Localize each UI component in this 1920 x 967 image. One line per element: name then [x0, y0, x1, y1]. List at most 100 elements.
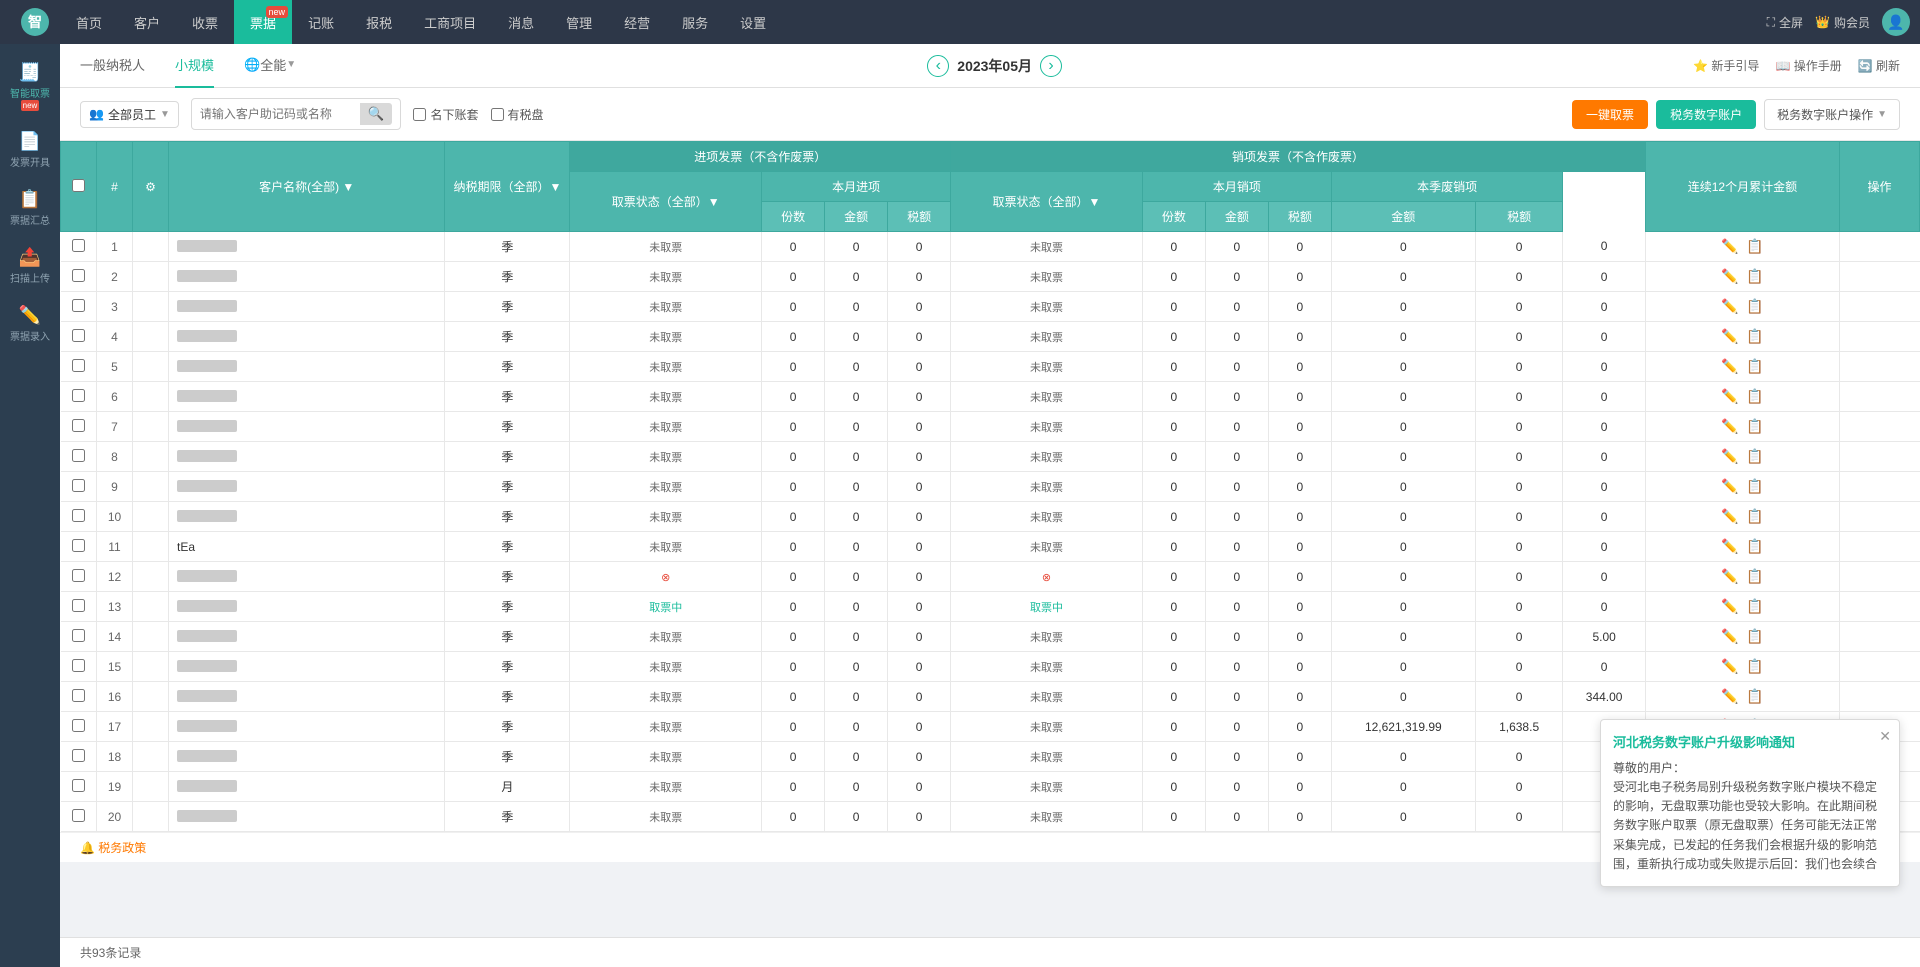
copy-icon[interactable]: 📋 — [1746, 418, 1763, 434]
cell-out-status[interactable]: 未取票 — [951, 682, 1143, 712]
copy-icon[interactable]: 📋 — [1746, 298, 1763, 314]
cell-out-status[interactable]: 未取票 — [951, 292, 1143, 322]
row-checkbox[interactable] — [72, 509, 85, 522]
sidebar-item-smart-fetch[interactable]: 🧾 智能取票 new — [0, 54, 60, 119]
cell-customer-name[interactable] — [169, 772, 445, 802]
copy-icon[interactable]: 📋 — [1746, 508, 1763, 524]
tax-account-ops-btn[interactable]: 税务数字账户操作 ▼ — [1764, 99, 1900, 130]
edit-icon[interactable]: ✏️ — [1721, 358, 1738, 374]
member-btn[interactable]: 👑 购会员 — [1815, 14, 1870, 31]
nav-service[interactable]: 服务 — [666, 0, 724, 44]
subledger-checkbox[interactable] — [413, 108, 426, 121]
th-tax-period[interactable]: 纳税期限（全部）▼ — [445, 142, 570, 232]
edit-icon[interactable]: ✏️ — [1721, 658, 1738, 674]
row-checkbox[interactable] — [72, 359, 85, 372]
sidebar-item-entry[interactable]: ✏️ 票据录入 — [0, 297, 60, 351]
edit-icon[interactable]: ✏️ — [1721, 418, 1738, 434]
cell-in-status[interactable]: 未取票 — [570, 622, 762, 652]
cell-out-status[interactable]: 未取票 — [951, 322, 1143, 352]
cell-out-status[interactable]: 未取票 — [951, 412, 1143, 442]
cell-in-status[interactable]: 未取票 — [570, 292, 762, 322]
row-checkbox[interactable] — [72, 569, 85, 582]
refresh-btn[interactable]: 🔄 刷新 — [1858, 57, 1900, 74]
cell-out-status[interactable]: 未取票 — [951, 262, 1143, 292]
nav-invoice[interactable]: 票据new — [234, 0, 292, 44]
cell-customer-name[interactable] — [169, 802, 445, 832]
cell-customer-name[interactable] — [169, 682, 445, 712]
cell-in-status[interactable]: 未取票 — [570, 682, 762, 712]
tab-all[interactable]: 🌐 全能 ▼ — [244, 44, 296, 88]
nav-home[interactable]: 首页 — [60, 0, 118, 44]
cell-customer-name[interactable] — [169, 742, 445, 772]
edit-icon[interactable]: ✏️ — [1721, 238, 1738, 254]
cell-customer-name[interactable] — [169, 562, 445, 592]
copy-icon[interactable]: 📋 — [1746, 628, 1763, 644]
cell-in-status[interactable]: 取票中 — [570, 592, 762, 622]
new-guide-btn[interactable]: ⭐ 新手引导 — [1693, 57, 1759, 74]
search-button[interactable]: 🔍 — [360, 103, 393, 125]
edit-icon[interactable]: ✏️ — [1721, 538, 1738, 554]
row-checkbox[interactable] — [72, 329, 85, 342]
cell-customer-name[interactable] — [169, 502, 445, 532]
cell-out-status[interactable]: 未取票 — [951, 532, 1143, 562]
user-avatar[interactable]: 👤 — [1882, 8, 1910, 36]
cell-customer-name[interactable] — [169, 622, 445, 652]
cell-out-status[interactable]: 未取票 — [951, 442, 1143, 472]
cell-customer-name[interactable] — [169, 712, 445, 742]
cell-in-status[interactable]: 未取票 — [570, 712, 762, 742]
row-checkbox[interactable] — [72, 659, 85, 672]
edit-icon[interactable]: ✏️ — [1721, 478, 1738, 494]
cell-out-status[interactable]: 未取票 — [951, 382, 1143, 412]
th-in-status[interactable]: 取票状态（全部）▼ — [570, 172, 762, 232]
nav-message[interactable]: 消息 — [492, 0, 550, 44]
cell-in-status[interactable]: 未取票 — [570, 412, 762, 442]
row-checkbox[interactable] — [72, 689, 85, 702]
cell-customer-name[interactable] — [169, 652, 445, 682]
cell-customer-name[interactable]: tEa — [169, 532, 445, 562]
row-checkbox[interactable] — [72, 299, 85, 312]
cell-out-status[interactable]: 未取票 — [951, 772, 1143, 802]
nav-accounting[interactable]: 记账 — [292, 0, 350, 44]
nav-manage[interactable]: 管理 — [550, 0, 608, 44]
cell-customer-name[interactable] — [169, 592, 445, 622]
cell-out-status[interactable]: 未取票 — [951, 652, 1143, 682]
nav-customer[interactable]: 客户 — [118, 0, 176, 44]
th-customer-name[interactable]: 客户名称(全部) ▼ — [169, 142, 445, 232]
copy-icon[interactable]: 📋 — [1746, 658, 1763, 674]
cell-in-status[interactable]: 未取票 — [570, 502, 762, 532]
edit-icon[interactable]: ✏️ — [1721, 598, 1738, 614]
cell-customer-name[interactable] — [169, 472, 445, 502]
copy-icon[interactable]: 📋 — [1746, 688, 1763, 704]
edit-icon[interactable]: ✏️ — [1721, 688, 1738, 704]
cell-out-status[interactable]: 取票中 — [951, 592, 1143, 622]
row-checkbox[interactable] — [72, 599, 85, 612]
row-checkbox[interactable] — [72, 629, 85, 642]
notification-close-btn[interactable]: ✕ — [1879, 728, 1891, 745]
cell-out-status[interactable]: 未取票 — [951, 232, 1143, 262]
row-checkbox[interactable] — [72, 719, 85, 732]
tax-account-btn[interactable]: 税务数字账户 — [1656, 100, 1756, 129]
nav-business[interactable]: 工商项目 — [408, 0, 492, 44]
row-checkbox[interactable] — [72, 809, 85, 822]
row-checkbox[interactable] — [72, 479, 85, 492]
cell-customer-name[interactable] — [169, 412, 445, 442]
cell-out-status[interactable]: 未取票 — [951, 352, 1143, 382]
edit-icon[interactable]: ✏️ — [1721, 568, 1738, 584]
cell-in-status[interactable]: 未取票 — [570, 442, 762, 472]
copy-icon[interactable]: 📋 — [1746, 268, 1763, 284]
cell-in-status[interactable]: ⊗ — [570, 562, 762, 592]
copy-icon[interactable]: 📋 — [1746, 388, 1763, 404]
cell-in-status[interactable]: 未取票 — [570, 652, 762, 682]
cell-out-status[interactable]: 未取票 — [951, 622, 1143, 652]
search-input[interactable] — [200, 107, 360, 121]
copy-icon[interactable]: 📋 — [1746, 598, 1763, 614]
cell-customer-name[interactable] — [169, 352, 445, 382]
manual-btn[interactable]: 📖 操作手册 — [1775, 57, 1841, 74]
period-prev-btn[interactable]: ‹ — [927, 55, 949, 77]
edit-icon[interactable]: ✏️ — [1721, 268, 1738, 284]
cell-in-status[interactable]: 未取票 — [570, 772, 762, 802]
checkbox-tax-disk[interactable]: 有税盘 — [491, 106, 544, 123]
cell-out-status[interactable]: 未取票 — [951, 802, 1143, 832]
checkbox-subledger[interactable]: 名下账套 — [413, 106, 478, 123]
fullscreen-btn[interactable]: ⛶ 全屏 — [1767, 14, 1803, 31]
